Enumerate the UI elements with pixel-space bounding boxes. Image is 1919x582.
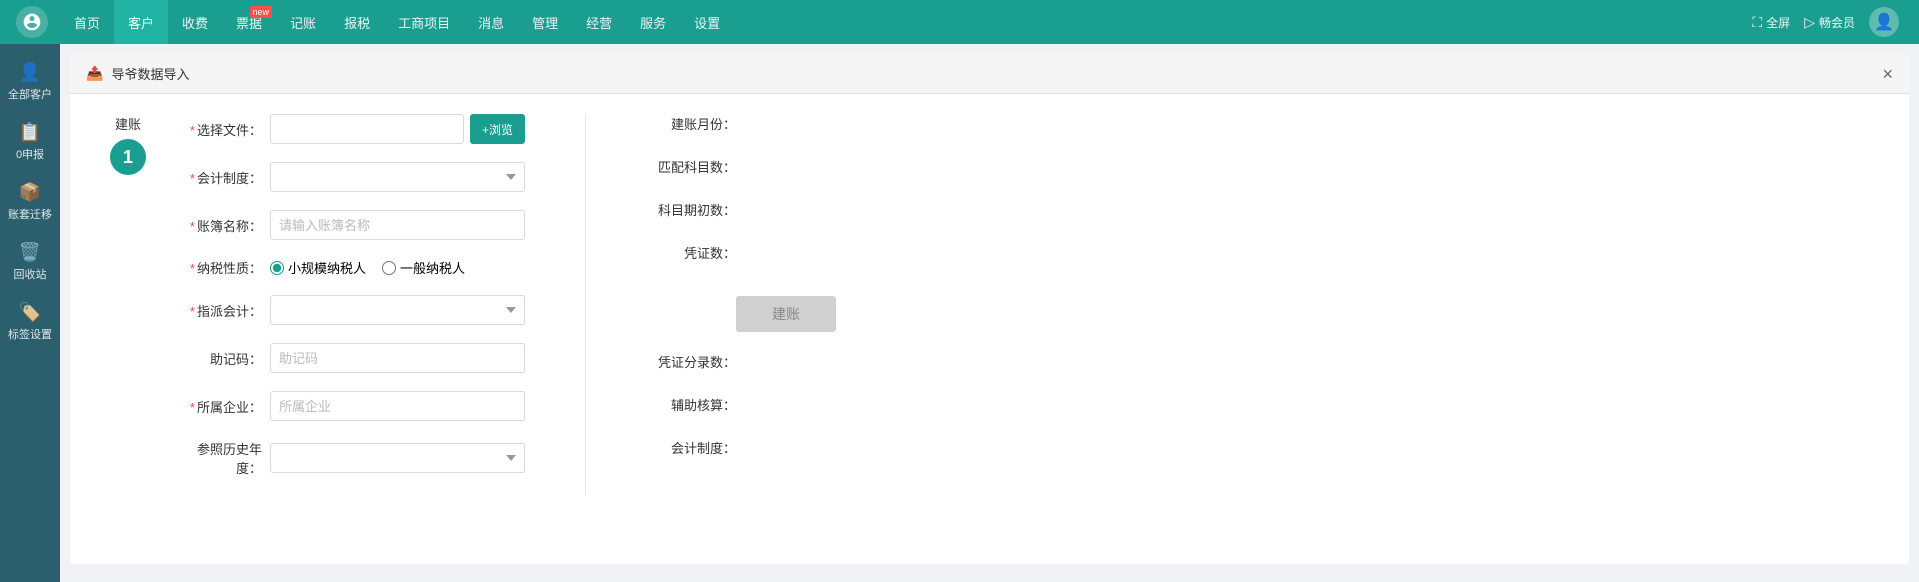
ledger-name-row: *账簿名称：: [182, 210, 525, 240]
accountant-row: *指派会计：: [182, 295, 525, 325]
content-area: 📤 导爷数据导入 × 建账 1: [60, 44, 1919, 582]
file-label: *选择文件：: [182, 120, 262, 139]
company-label: *所属企业：: [182, 397, 262, 416]
panel-title: 导爷数据导入: [111, 64, 189, 83]
accounting-sys-row: 会计制度：: [646, 438, 926, 457]
fullscreen-btn[interactable]: ⛶ 全屏: [1752, 14, 1790, 31]
file-input-group: +浏览: [270, 114, 525, 144]
nav-service[interactable]: 服务: [626, 0, 680, 44]
browse-button[interactable]: +浏览: [470, 114, 525, 144]
sidebar: 👤 全部客户 📋 0申报 📦 账套迁移 🗑️ 回收站 🏷️ 标签设置: [0, 44, 60, 582]
logo: [10, 0, 54, 44]
ledger-name-input[interactable]: [270, 210, 525, 240]
accountant-select[interactable]: [270, 295, 525, 325]
nav-message[interactable]: 消息: [464, 0, 518, 44]
tax-type-row: *纳税性质： 小规模纳税人 一般纳税人: [182, 258, 525, 277]
sidebar-item-declaration[interactable]: 📋 0申报: [1, 114, 59, 170]
vertical-divider: [585, 114, 586, 495]
voucher-row: 凭证数：: [646, 243, 926, 262]
period-label: 科目期初数：: [646, 200, 736, 219]
memo-input[interactable]: [270, 343, 525, 373]
left-form: *选择文件： +浏览 *会计制度：: [182, 114, 525, 495]
main-layout: 👤 全部客户 📋 0申报 📦 账套迁移 🗑️ 回收站 🏷️ 标签设置 📤 导爷数…: [0, 44, 1919, 582]
nav-business[interactable]: 工商项目: [384, 0, 464, 44]
nav-ledger[interactable]: 记账: [276, 0, 330, 44]
voucher-records-row: 凭证分录数：: [646, 352, 926, 371]
history-year-row: 参照历史年度：: [182, 439, 525, 477]
auxiliary-label: 辅助核算：: [646, 395, 736, 414]
panel-header: 📤 导爷数据导入 ×: [70, 54, 1909, 94]
member-btn[interactable]: ▷ 畅会员: [1804, 14, 1855, 31]
sidebar-item-recycle[interactable]: 🗑️ 回收站: [1, 234, 59, 290]
build-account-button[interactable]: 建账: [736, 296, 836, 332]
build-btn-row: 建账: [646, 286, 926, 332]
step-section: 建账 1: [110, 114, 146, 175]
nav-tax[interactable]: 报税: [330, 0, 384, 44]
accountant-label: *指派会计：: [182, 301, 262, 320]
nav-invoice[interactable]: 票据 new: [222, 0, 276, 44]
nav-items: 首页 客户 收费 票据 new 记账 报税 工商项目 消息 管理 经营 服务 设…: [60, 0, 1752, 44]
history-year-select[interactable]: [270, 443, 525, 473]
ledger-name-label: *账簿名称：: [182, 216, 262, 235]
voucher-records-label: 凭证分录数：: [646, 352, 736, 371]
nav-settings[interactable]: 设置: [680, 0, 734, 44]
voucher-label: 凭证数：: [646, 243, 736, 262]
small-taxpayer-radio[interactable]: 小规模纳税人: [270, 258, 366, 277]
company-row: *所属企业：: [182, 391, 525, 421]
tax-radio-group: 小规模纳税人 一般纳税人: [270, 258, 465, 277]
nav-right: ⛶ 全屏 ▷ 畅会员 👤: [1752, 7, 1899, 37]
match-label: 匹配科目数：: [646, 157, 736, 176]
sidebar-item-all-customers[interactable]: 👤 全部客户: [1, 54, 59, 110]
company-input[interactable]: [270, 391, 525, 421]
match-row: 匹配科目数：: [646, 157, 926, 176]
logo-icon: [22, 12, 42, 32]
period-row: 科目期初数：: [646, 200, 926, 219]
nav-operation[interactable]: 经营: [572, 0, 626, 44]
month-label: 建账月份：: [646, 114, 736, 133]
tag-icon: 🏷️: [20, 302, 40, 322]
logo-circle: [16, 6, 48, 38]
import-panel: 📤 导爷数据导入 × 建账 1: [70, 54, 1909, 564]
close-button[interactable]: ×: [1882, 64, 1893, 85]
nav-customer[interactable]: 客户: [114, 0, 168, 44]
form-area: 建账 1 *选择文件：: [70, 94, 1909, 515]
auxiliary-row: 辅助核算：: [646, 395, 926, 414]
top-nav: 首页 客户 收费 票据 new 记账 报税 工商项目 消息 管理 经营 服务 设…: [0, 0, 1919, 44]
avatar[interactable]: 👤: [1869, 7, 1899, 37]
declaration-icon: 📋: [20, 122, 40, 142]
accounting-row: *会计制度：: [182, 162, 525, 192]
file-row: *选择文件： +浏览: [182, 114, 525, 144]
step-left-section: 建账 1 *选择文件：: [110, 114, 525, 495]
nav-fee[interactable]: 收费: [168, 0, 222, 44]
trash-icon: 🗑️: [20, 242, 40, 262]
memo-row: 助记码：: [182, 343, 525, 373]
import-icon: 📤: [86, 65, 103, 82]
migration-icon: 📦: [20, 182, 40, 202]
step-label: 建账: [115, 114, 141, 133]
accounting-select[interactable]: [270, 162, 525, 192]
file-text-input[interactable]: [270, 114, 464, 144]
nav-manage[interactable]: 管理: [518, 0, 572, 44]
fullscreen-icon: ⛶: [1752, 14, 1762, 31]
general-taxpayer-radio[interactable]: 一般纳税人: [382, 258, 465, 277]
general-taxpayer-radio-input[interactable]: [382, 261, 396, 275]
step-circle: 1: [110, 139, 146, 175]
new-badge: new: [250, 6, 273, 18]
memo-label: 助记码：: [182, 349, 262, 368]
user-icon: 👤: [20, 62, 40, 82]
accounting-sys-label: 会计制度：: [646, 438, 736, 457]
right-form: 建账月份： 匹配科目数： 科目期初数： 凭证数：: [646, 114, 926, 495]
tax-type-label: *纳税性质：: [182, 258, 262, 277]
history-year-label: 参照历史年度：: [182, 439, 262, 477]
accounting-label: *会计制度：: [182, 168, 262, 187]
month-row: 建账月份：: [646, 114, 926, 133]
sidebar-item-tags[interactable]: 🏷️ 标签设置: [1, 294, 59, 350]
small-taxpayer-radio-input[interactable]: [270, 261, 284, 275]
play-icon: ▷: [1804, 14, 1815, 31]
nav-home[interactable]: 首页: [60, 0, 114, 44]
sidebar-item-migration[interactable]: 📦 账套迁移: [1, 174, 59, 230]
